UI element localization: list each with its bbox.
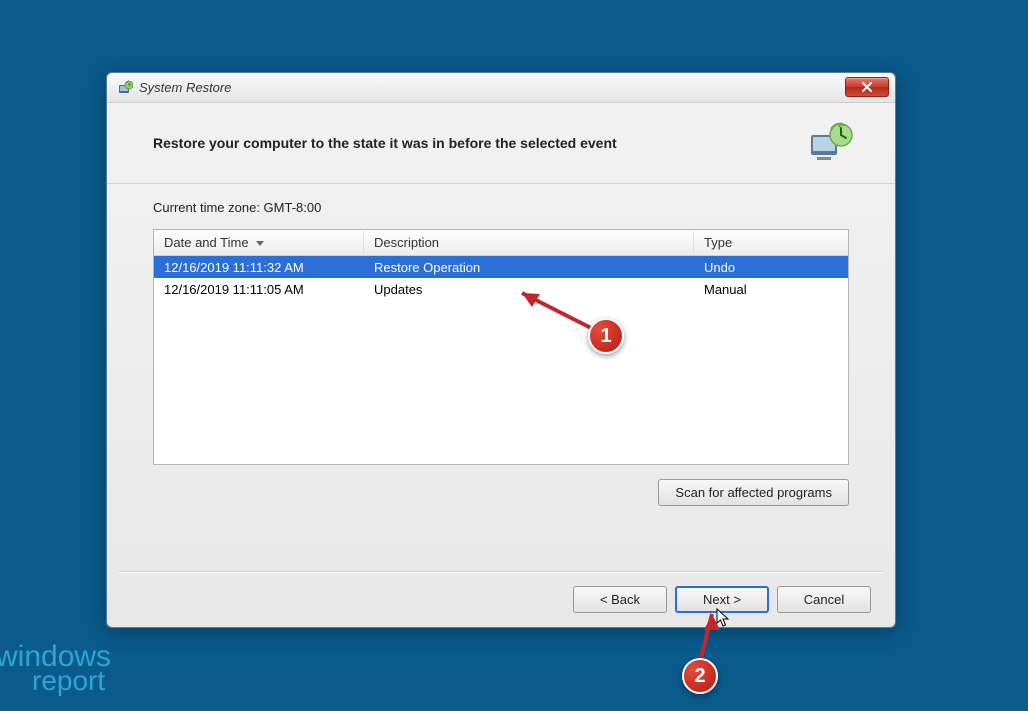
wizard-header: Restore your computer to the state it wa…	[107, 103, 895, 184]
restore-icon	[805, 121, 855, 165]
app-icon	[117, 80, 133, 96]
cell-description: Updates	[364, 280, 694, 299]
restore-points-table[interactable]: Date and Time Description Type 12/16/201…	[153, 229, 849, 465]
system-restore-window: System Restore Restore your computer to …	[106, 72, 896, 628]
close-icon	[861, 82, 873, 92]
footer-separator	[119, 571, 883, 573]
close-button[interactable]	[845, 77, 889, 97]
cell-type: Undo	[694, 258, 848, 277]
column-header-type[interactable]: Type	[694, 231, 848, 254]
column-header-date[interactable]: Date and Time	[154, 231, 364, 254]
titlebar[interactable]: System Restore	[107, 73, 895, 103]
table-header: Date and Time Description Type	[154, 230, 848, 256]
annotation-badge-1: 1	[588, 318, 624, 354]
cell-date: 12/16/2019 11:11:32 AM	[154, 258, 364, 277]
mouse-cursor-icon	[716, 608, 730, 628]
annotation-badge-2: 2	[682, 658, 718, 694]
cell-description: Restore Operation	[364, 258, 694, 277]
watermark-line2: report	[32, 669, 111, 693]
sort-indicator-icon	[256, 235, 264, 241]
cancel-button[interactable]: Cancel	[777, 586, 871, 613]
table-row[interactable]: 12/16/2019 11:11:32 AMRestore OperationU…	[154, 256, 848, 278]
watermark: windows report	[0, 644, 111, 693]
table-row[interactable]: 12/16/2019 11:11:05 AMUpdatesManual	[154, 278, 848, 300]
page-heading: Restore your computer to the state it wa…	[153, 135, 617, 151]
timezone-label: Current time zone: GMT-8:00	[153, 200, 849, 215]
scan-affected-programs-button[interactable]: Scan for affected programs	[658, 479, 849, 506]
wizard-body: Current time zone: GMT-8:00 Date and Tim…	[107, 184, 895, 516]
window-title: System Restore	[139, 80, 231, 95]
cell-date: 12/16/2019 11:11:05 AM	[154, 280, 364, 299]
back-button[interactable]: < Back	[573, 586, 667, 613]
cell-type: Manual	[694, 280, 848, 299]
table-body: 12/16/2019 11:11:32 AMRestore OperationU…	[154, 256, 848, 300]
column-header-description[interactable]: Description	[364, 231, 694, 254]
